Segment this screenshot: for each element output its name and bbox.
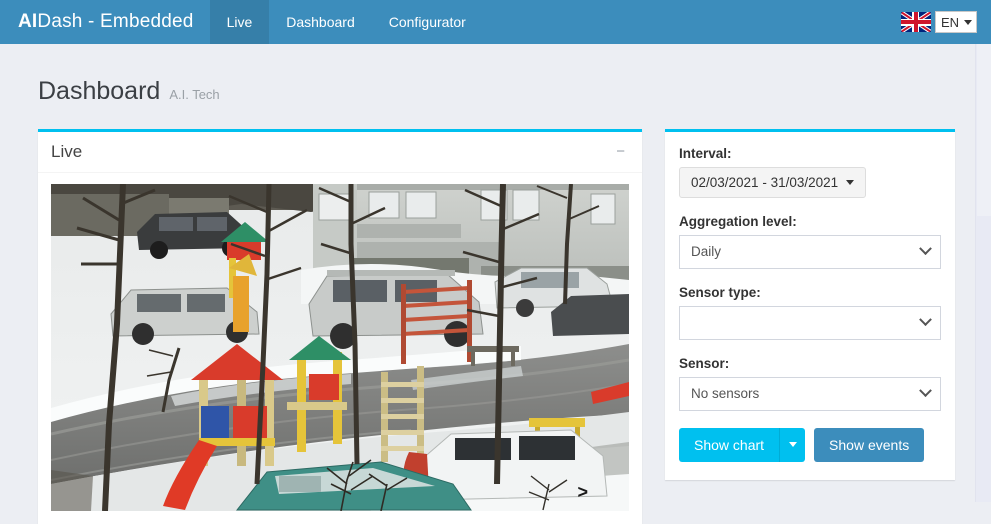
show-events-button[interactable]: Show events (814, 427, 925, 462)
brand-bold-text: AI (18, 11, 38, 32)
filter-panel: Interval: 02/03/2021 - 31/03/2021 Aggreg… (665, 128, 955, 480)
brand-rest-text: Dash - Embedded (37, 11, 194, 32)
app-brand[interactable]: AI Dash - Embedded (0, 0, 210, 44)
chevron-down-icon (964, 19, 972, 25)
nav-tab-dashboard-label: Dashboard (286, 14, 355, 30)
sensor-label: Sensor: (679, 355, 730, 371)
minus-icon[interactable]: − (612, 142, 629, 161)
page-subtitle: A.I. Tech (169, 86, 220, 102)
nav-tab-configurator[interactable]: Configurator (372, 0, 483, 44)
language-code-label: EN (940, 14, 959, 30)
show-chart-dropdown-toggle[interactable] (779, 427, 806, 462)
interval-daterange-picker[interactable]: 02/03/2021 - 31/03/2021 (679, 166, 867, 198)
caret-down-icon (846, 179, 855, 185)
sensor-value: No sensors (691, 386, 760, 401)
sensor-type-label: Sensor type: (679, 284, 761, 300)
filter-button-row: Show chart Show events (679, 427, 941, 462)
content-header: Dashboard A.I. Tech (0, 44, 991, 129)
live-panel-body: > (38, 173, 642, 524)
webcam-scene (51, 183, 629, 511)
live-panel-header: Live − (38, 132, 642, 173)
page-title: Dashboard (38, 76, 161, 105)
live-panel-title: Live (51, 141, 83, 161)
top-navbar: AI Dash - Embedded Live Dashboard Configu… (0, 0, 991, 44)
chevron-down-icon (919, 242, 932, 256)
chevron-down-icon (919, 313, 932, 327)
main-content-row: Live − > Interval: 02/03/2021 - 31/03/20… (0, 128, 991, 524)
show-chart-button[interactable]: Show chart (679, 427, 780, 462)
interval-label: Interval: (679, 145, 732, 161)
page-scrollbar-track[interactable] (975, 44, 991, 502)
aggregation-level-label: Aggregation level: (679, 213, 797, 229)
nav-tab-live-label: Live (226, 14, 253, 30)
caret-down-icon (788, 442, 797, 447)
uk-flag-icon (900, 12, 931, 32)
language-switcher[interactable]: EN (900, 0, 977, 44)
interval-value: 02/03/2021 - 31/03/2021 (691, 174, 839, 190)
sensor-select[interactable]: No sensors (679, 376, 941, 411)
live-panel: Live − > (38, 128, 642, 524)
page-scrollbar-thumb[interactable] (977, 44, 991, 216)
nav-tab-configurator-label: Configurator (388, 14, 466, 30)
live-video-feed[interactable]: > (51, 183, 629, 511)
aggregation-level-select[interactable]: Daily (679, 234, 941, 269)
sensor-type-select[interactable] (679, 305, 941, 340)
next-camera-arrow[interactable]: > (577, 483, 588, 501)
nav-tab-dashboard[interactable]: Dashboard (269, 0, 372, 44)
nav-tab-live[interactable]: Live (209, 0, 270, 44)
chevron-down-icon (919, 384, 932, 398)
language-select[interactable]: EN (934, 11, 977, 33)
filter-panel-body: Interval: 02/03/2021 - 31/03/2021 Aggreg… (665, 132, 955, 480)
aggregation-level-value: Daily (691, 244, 722, 259)
